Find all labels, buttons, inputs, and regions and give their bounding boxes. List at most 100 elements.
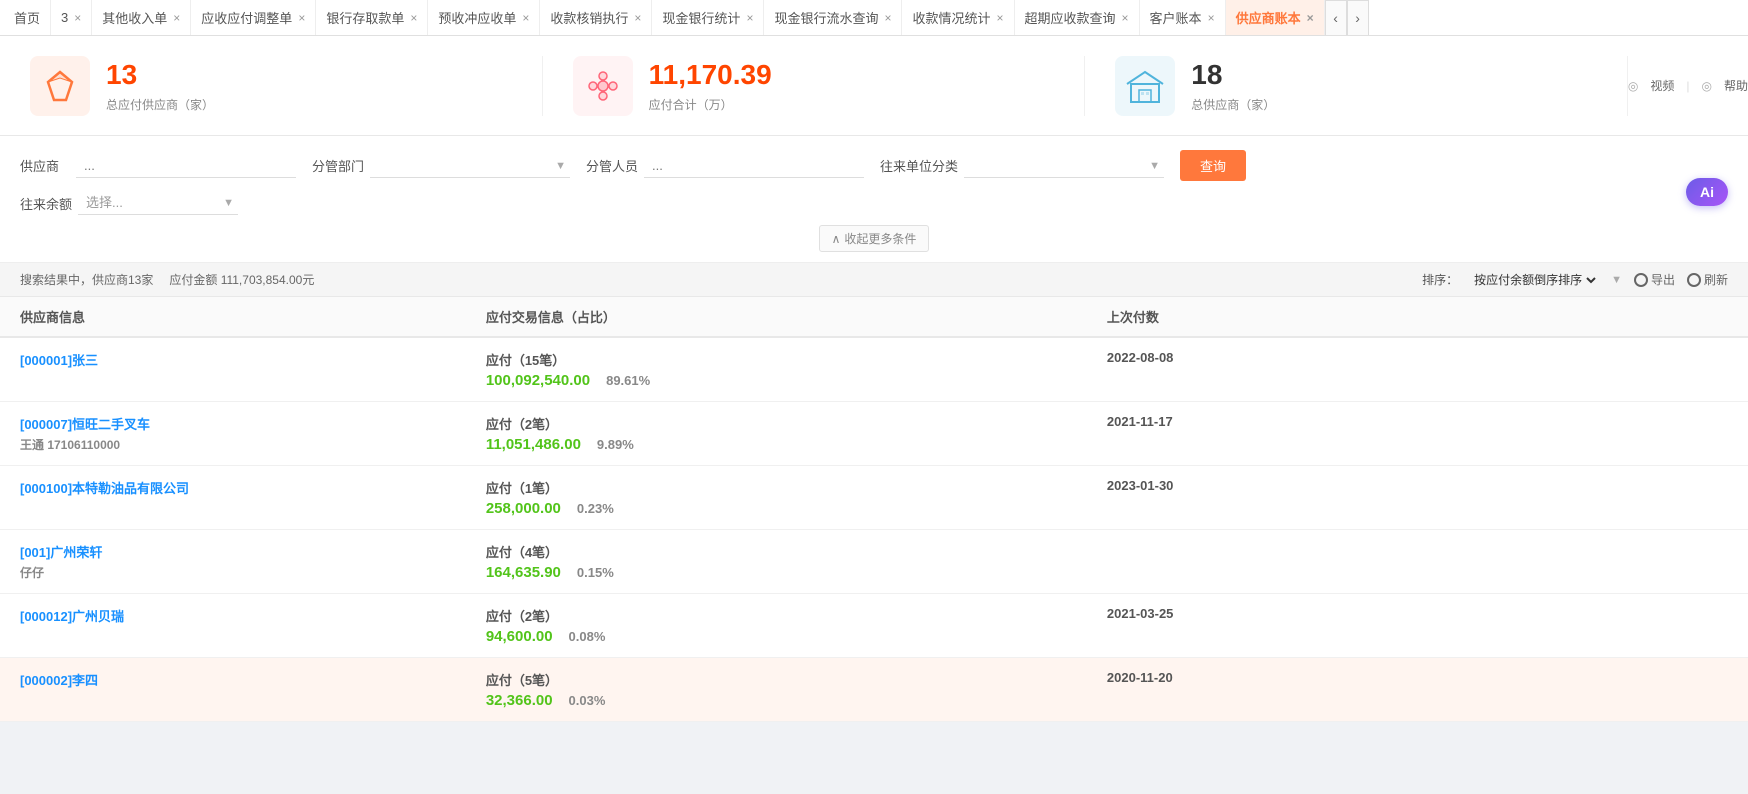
close-icon[interactable]: × [522,11,529,25]
result-amount: 应付金额 111,703,854.00元 [169,271,314,288]
close-icon[interactable]: × [634,11,641,25]
payable-info-4: 应付（4笔） 164,635.90 0.15% [486,542,1107,581]
question-icon: ◎ [1702,79,1712,93]
table-row: [000100]本特勒油品有限公司 应付（1笔） 258,000.00 0.23… [0,466,1748,530]
nav-item-collect-verify[interactable]: 收款核销执行 × [540,0,652,36]
nav-item-bank-deposit[interactable]: 银行存取款单 × [316,0,428,36]
close-icon[interactable]: × [173,11,180,25]
payable-amount-2[interactable]: 11,051,486.00 [486,436,581,453]
lastpay-3: 2023-01-30 [1107,478,1418,493]
nav-next-arrow[interactable]: › [1347,0,1369,36]
nav-item-customer-account[interactable]: 客户账本 × [1140,0,1226,36]
payable-count-1: 应付（15笔） [486,350,1107,369]
supplier-info-2: [000007]恒旺二手叉车 王通 17106110000 [20,414,486,453]
table-row: [000012]广州贝瑞 应付（2笔） 94,600.00 0.08% 2021… [0,594,1748,658]
supplier-link-3[interactable]: [000100]本特勒油品有限公司 [20,481,189,496]
collapse-button[interactable]: ∧ 收起更多条件 [819,225,930,252]
nav-item-collect-stats[interactable]: 收款情况统计 × [902,0,1014,36]
payable-info-3: 应付（1笔） 258,000.00 0.23% [486,478,1107,517]
supplier-link-4[interactable]: [001]广州荣轩 [20,545,102,560]
close-icon[interactable]: × [74,11,81,25]
nav-bank-deposit-label: 银行存取款单 [326,8,404,27]
nav-collect-verify-label: 收款核销执行 [550,8,628,27]
lastpay-date-2: 2021-11-17 [1107,414,1173,429]
stat-payable-total: 11,170.39 应付合计（万） [543,56,1086,116]
close-icon[interactable]: × [1307,11,1314,25]
circle-icon: ◎ [1628,79,1638,93]
supplier-input[interactable] [76,154,296,178]
payable-percent-5: 0.08% [569,629,606,644]
query-button[interactable]: 查询 [1180,150,1246,181]
close-icon[interactable]: × [298,11,305,25]
payable-info-1: 应付（15笔） 100,092,540.00 89.61% [486,350,1107,389]
video-link[interactable]: 视频 [1650,77,1674,94]
supplier-link-1[interactable]: [000001]张三 [20,353,98,368]
dept-field: 分管部门 ▼ [312,154,570,178]
person-input[interactable] [644,154,864,178]
help-link[interactable]: 帮助 [1724,77,1748,94]
top-navigation: 首页 3 × 其他收入单 × 应收应付调整单 × 银行存取款单 × 预收冲应收单… [0,0,1748,36]
result-bar: 搜索结果中，供应商13家 应付金额 111,703,854.00元 排序： 按应… [0,263,1748,297]
close-icon[interactable]: × [884,11,891,25]
nav-item-overdue-query[interactable]: 超期应收款查询 × [1015,0,1140,36]
nav-item-supplier-account[interactable]: 供应商账本 × [1226,0,1325,36]
close-icon[interactable]: × [997,11,1004,25]
close-icon[interactable]: × [1122,11,1129,25]
lastpay-date-1: 2022-08-08 [1107,350,1174,365]
export-label: 导出 [1651,271,1675,288]
payable-amount-6[interactable]: 32,366.00 [486,692,553,709]
col-header-payable: 应付交易信息（占比） [486,307,1107,326]
chevron-down-icon: ▼ [1611,274,1622,286]
payable-total-number: 11,170.39 [649,58,772,92]
export-button[interactable]: 导出 [1634,271,1675,288]
col-header-lastpay: 上次付数 [1107,307,1418,326]
supplier-link-5[interactable]: [000012]广州贝瑞 [20,609,124,624]
payable-amount-1[interactable]: 100,092,540.00 [486,372,590,389]
supplier-info-4: [001]广州荣轩 仔仔 [20,542,486,581]
supplier-link-2[interactable]: [000007]恒旺二手叉车 [20,417,150,432]
dept-label: 分管部门 [312,156,364,175]
store-icon [1115,56,1175,116]
close-icon[interactable]: × [410,11,417,25]
category-select[interactable] [964,154,1164,178]
balance-field: 往来余额 选择... ▼ [20,191,238,215]
refresh-button[interactable]: 刷新 [1687,271,1728,288]
payable-info-6: 应付（5笔） 32,366.00 0.03% [486,670,1107,709]
nav-other-income-label: 其他收入单 [102,8,167,27]
sort-select[interactable]: 按应付余额倒序排序 [1470,272,1599,288]
payable-count-6: 应付（5笔） [486,670,1107,689]
payable-percent-4: 0.15% [577,565,614,580]
payable-info-5: 应付（2笔） 94,600.00 0.08% [486,606,1107,645]
payable-percent-1: 89.61% [606,373,650,388]
nav-item-cash-bank-flow[interactable]: 现金银行流水查询 × [764,0,902,36]
col-header-supplier: 供应商信息 [20,307,486,326]
nav-cash-bank-flow-label: 现金银行流水查询 [774,8,878,27]
nav-item-other-income[interactable]: 其他收入单 × [92,0,191,36]
nav-item-home[interactable]: 首页 [4,0,51,36]
nav-item-3[interactable]: 3 × [51,0,92,36]
table-row: [000007]恒旺二手叉车 王通 17106110000 应付（2笔） 11,… [0,402,1748,466]
payable-count-2: 应付（2笔） [486,414,1107,433]
table-row: [000002]李四 应付（5笔） 32,366.00 0.03% 2020-1… [0,658,1748,722]
supplier-link-6[interactable]: [000002]李四 [20,673,98,688]
nav-prev-arrow[interactable]: ‹ [1325,0,1347,36]
dept-select[interactable] [370,154,570,178]
payable-percent-2: 9.89% [597,437,634,452]
supplier-info-3: [000100]本特勒油品有限公司 [20,478,486,497]
close-icon[interactable]: × [1208,11,1215,25]
ai-button[interactable]: Ai [1686,178,1728,206]
search-area: 供应商 分管部门 ▼ 分管人员 往来单位分类 ▼ 查询 [0,136,1748,263]
person-field: 分管人员 [586,154,864,178]
payable-amount-4[interactable]: 164,635.90 [486,564,561,581]
nav-item-adjustment[interactable]: 应收应付调整单 × [191,0,316,36]
balance-select[interactable]: 选择... [78,191,238,215]
nav-item-cash-bank-stats[interactable]: 现金银行统计 × [652,0,764,36]
help-links: ◎ 视频 | ◎ 帮助 [1628,77,1748,94]
payable-amount-3[interactable]: 258,000.00 [486,500,561,517]
payable-count-4: 应付（4笔） [486,542,1107,561]
supplier-field: 供应商 [20,154,296,178]
payable-amount-5[interactable]: 94,600.00 [486,628,553,645]
lastpay-date-3: 2023-01-30 [1107,478,1174,493]
nav-item-prepay[interactable]: 预收冲应收单 × [428,0,540,36]
close-icon[interactable]: × [746,11,753,25]
